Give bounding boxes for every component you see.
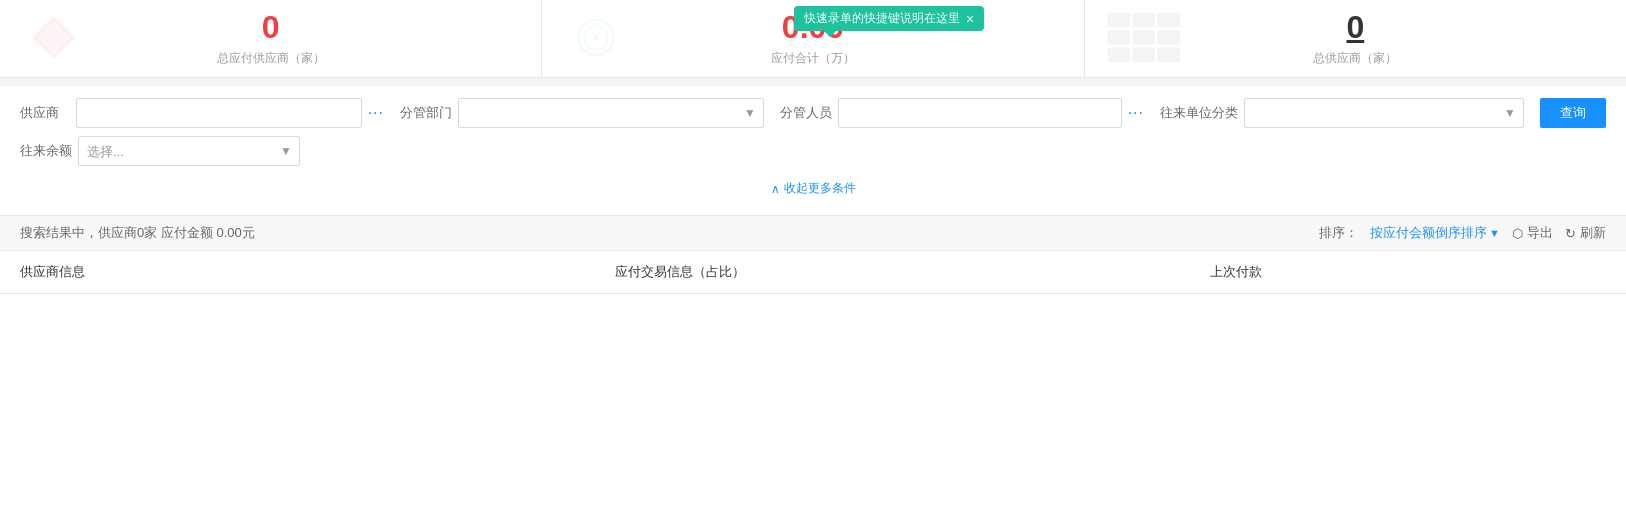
department-field: 分管部门 ▼ bbox=[400, 98, 764, 128]
sort-label: 排序： bbox=[1319, 224, 1358, 242]
svg-rect-11 bbox=[1107, 47, 1130, 62]
balance-select[interactable]: 选择... bbox=[78, 136, 300, 166]
svg-rect-9 bbox=[1132, 30, 1155, 45]
table-header: 供应商信息 应付交易信息（占比） 上次付款 bbox=[0, 251, 1626, 294]
results-actions: 排序： 按应付会额倒序排序 ▼ ⬡ 导出 ↻ 刷新 bbox=[1319, 224, 1606, 242]
diamond-icon bbox=[30, 13, 78, 64]
supplier-input[interactable] bbox=[76, 98, 362, 128]
filter-row-2: 往来余额 选择... ▼ bbox=[20, 136, 1606, 166]
collapse-chevron-icon: ∧ bbox=[771, 182, 780, 196]
refresh-label: 刷新 bbox=[1580, 224, 1606, 242]
svg-rect-12 bbox=[1132, 47, 1155, 62]
search-button[interactable]: 查询 bbox=[1540, 98, 1606, 128]
tooltip-close-btn[interactable]: × bbox=[966, 12, 974, 26]
balance-select-wrapper: 选择... ▼ bbox=[78, 136, 300, 166]
sort-value-label: 按应付会额倒序排序 bbox=[1370, 224, 1487, 242]
supplier-dots-btn[interactable]: ··· bbox=[368, 104, 384, 122]
tooltip-text: 快速录单的快捷键说明在这里 bbox=[804, 10, 960, 27]
department-select-wrapper: ▼ bbox=[458, 98, 764, 128]
col-supplier-header: 供应商信息 bbox=[20, 263, 615, 281]
col-payment-header: 上次付款 bbox=[1210, 263, 1607, 281]
department-label: 分管部门 bbox=[400, 104, 452, 122]
col-transaction-header: 应付交易信息（占比） bbox=[615, 263, 1210, 281]
category-field: 往来单位分类 ▼ bbox=[1160, 98, 1524, 128]
collapse-label: 收起更多条件 bbox=[784, 180, 856, 197]
category-select[interactable] bbox=[1244, 98, 1524, 128]
department-select[interactable] bbox=[458, 98, 764, 128]
results-bar: 搜索结果中，供应商0家 应付金额 0.00元 排序： 按应付会额倒序排序 ▼ ⬡… bbox=[0, 216, 1626, 251]
total-suppliers-number: 0 bbox=[1346, 10, 1364, 45]
refresh-button[interactable]: ↻ 刷新 bbox=[1565, 224, 1606, 242]
svg-rect-5 bbox=[1107, 12, 1130, 27]
svg-rect-6 bbox=[1132, 12, 1155, 27]
results-summary: 搜索结果中，供应商0家 应付金额 0.00元 bbox=[20, 224, 255, 242]
balance-label: 往来余额 bbox=[20, 142, 72, 160]
sort-select-btn[interactable]: 按应付会额倒序排序 ▼ bbox=[1370, 224, 1500, 242]
export-button[interactable]: ⬡ 导出 bbox=[1512, 224, 1553, 242]
svg-rect-0 bbox=[31, 14, 76, 59]
table-body bbox=[0, 294, 1626, 515]
stats-bar: 0 总应付供应商（家） ¥ 0.00 应付合计（万） 快速录单的快捷键说明在这里… bbox=[0, 0, 1626, 78]
svg-rect-10 bbox=[1157, 30, 1180, 45]
payable-suppliers-label: 总应付供应商（家） bbox=[217, 50, 325, 67]
total-suppliers-label: 总供应商（家） bbox=[1313, 50, 1397, 67]
payable-suppliers-number: 0 bbox=[262, 10, 280, 45]
balance-field: 往来余额 选择... ▼ bbox=[20, 136, 300, 166]
supplier-field: 供应商 ··· bbox=[20, 98, 384, 128]
stat-payable-suppliers: 0 总应付供应商（家） bbox=[0, 0, 542, 77]
export-label: 导出 bbox=[1527, 224, 1553, 242]
table-container: 供应商信息 应付交易信息（占比） 上次付款 bbox=[0, 251, 1626, 515]
shortcut-tooltip: 快速录单的快捷键说明在这里 × bbox=[794, 6, 984, 31]
person-label: 分管人员 bbox=[780, 104, 832, 122]
svg-rect-13 bbox=[1157, 47, 1180, 62]
svg-rect-7 bbox=[1157, 12, 1180, 27]
sort-chevron-icon: ▼ bbox=[1489, 227, 1500, 239]
svg-rect-8 bbox=[1107, 30, 1130, 45]
supplier-label: 供应商 bbox=[20, 104, 70, 122]
filter-bar: 供应商 ··· 分管部门 ▼ 分管人员 ··· 往来单位分类 bbox=[0, 86, 1626, 216]
person-field: 分管人员 ··· bbox=[780, 98, 1144, 128]
person-input[interactable] bbox=[838, 98, 1122, 128]
collapse-button[interactable]: ∧ 收起更多条件 bbox=[759, 178, 868, 199]
svg-text:¥: ¥ bbox=[591, 29, 601, 45]
category-select-wrapper: ▼ bbox=[1244, 98, 1524, 128]
stat-total-suppliers: 0 总供应商（家） bbox=[1085, 0, 1626, 77]
filter-row-1: 供应商 ··· 分管部门 ▼ 分管人员 ··· 往来单位分类 bbox=[20, 98, 1606, 128]
export-icon: ⬡ bbox=[1512, 226, 1523, 241]
person-dots-btn[interactable]: ··· bbox=[1128, 104, 1144, 122]
collapse-row: ∧ 收起更多条件 bbox=[20, 174, 1606, 207]
coin-icon: ¥ bbox=[572, 13, 620, 64]
payable-total-label: 应付合计（万） bbox=[771, 50, 855, 67]
stat-payable-total: ¥ 0.00 应付合计（万） 快速录单的快捷键说明在这里 × bbox=[542, 0, 1084, 77]
grid-icon bbox=[1105, 12, 1185, 65]
category-label: 往来单位分类 bbox=[1160, 104, 1238, 122]
refresh-icon: ↻ bbox=[1565, 226, 1576, 241]
